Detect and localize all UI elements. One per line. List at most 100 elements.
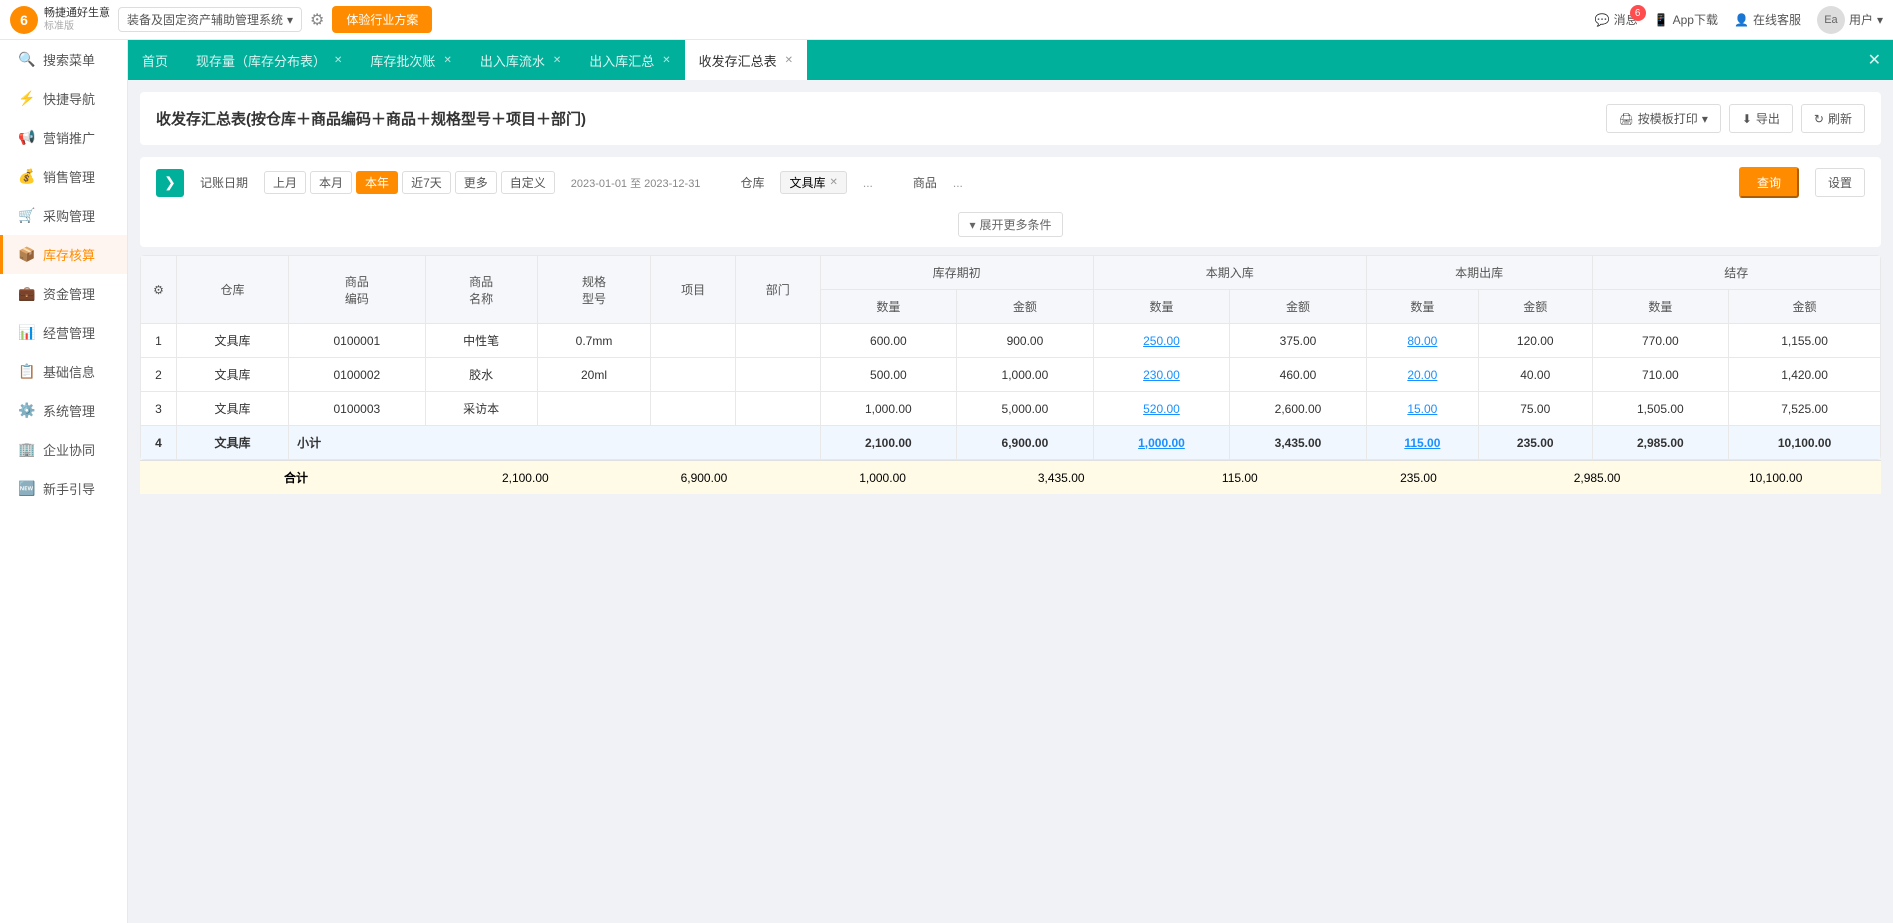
tab-summary[interactable]: 出入库汇总 ✕ xyxy=(575,40,684,80)
export-icon: ⬇ xyxy=(1742,112,1752,126)
sidebar-item-basic[interactable]: 📋 基础信息 xyxy=(0,352,127,391)
sidebar-item-purchase[interactable]: 🛒 采购管理 xyxy=(0,196,127,235)
refresh-icon: ↻ xyxy=(1814,112,1824,126)
avatar: Ea xyxy=(1817,6,1845,34)
basic-icon: 📋 xyxy=(19,364,35,380)
message-icon: 💬 xyxy=(1595,13,1610,27)
total-out-amt: 235.00 xyxy=(1329,471,1508,485)
sidebar-item-marketing[interactable]: 📢 营销推广 xyxy=(0,118,127,157)
top-bar-left: 6 畅捷通好生意 标准版 装备及固定资产辅助管理系统 ▾ ⚙ 体验行业方案 xyxy=(10,6,432,34)
message-badge: 6 xyxy=(1630,5,1646,21)
search-icon: 🔍 xyxy=(19,52,35,68)
logo-text: 畅捷通好生意 标准版 xyxy=(44,6,110,33)
sidebar-item-operation[interactable]: 📊 经营管理 xyxy=(0,313,127,352)
sidebar-item-quick[interactable]: ⚡ 快捷导航 xyxy=(0,79,127,118)
tab-close-icon[interactable]: ✕ xyxy=(662,55,670,66)
top-bar-right: 💬 消息 6 📱 App下载 👤 在线客服 Ea 用户 ▾ xyxy=(1595,6,1883,34)
online-service-item[interactable]: 👤 在线客服 xyxy=(1734,11,1801,28)
col-project-header: 项目 xyxy=(651,256,736,324)
date-this-month[interactable]: 本月 xyxy=(310,171,352,194)
sidebar: 🔍 搜索菜单 ⚡ 快捷导航 📢 营销推广 💰 销售管理 🛒 采购管理 xyxy=(0,40,128,923)
tab-batch[interactable]: 库存批次账 ✕ xyxy=(356,40,465,80)
logo-icon: 6 xyxy=(10,6,38,34)
date-this-year[interactable]: 本年 xyxy=(356,171,398,194)
col-warehouse-header: 仓库 xyxy=(177,256,289,324)
col-balance-header: 结存 xyxy=(1592,256,1880,290)
tab-flow[interactable]: 出入库流水 ✕ xyxy=(466,40,575,80)
date-custom[interactable]: 自定义 xyxy=(501,171,555,194)
sidebar-item-guide[interactable]: 🆕 新手引导 xyxy=(0,469,127,508)
inventory-icon: 📦 xyxy=(19,247,35,263)
table-row: 1 文具库 0100001 中性笔 0.7mm 600.00 900.00 25… xyxy=(141,324,1881,358)
col-in-header: 本期入库 xyxy=(1093,256,1366,290)
warehouse-tag-close[interactable]: ✕ xyxy=(829,177,837,188)
settings-button[interactable]: 设置 xyxy=(1815,168,1865,197)
table-subtotal-row: 4 文具库 小计 2,100.00 6,900.00 1,000.00 3,43… xyxy=(141,426,1881,460)
data-table-container: ⚙ 仓库 商品编码 商品名称 规格型号 项目 部门 库存期初 本期入库 本期出库 xyxy=(140,255,1881,460)
tab-close-icon[interactable]: ✕ xyxy=(443,55,451,66)
date-last-month[interactable]: 上月 xyxy=(264,171,306,194)
total-balance-amt: 10,100.00 xyxy=(1686,471,1865,485)
col-dept-header: 部门 xyxy=(735,256,820,324)
print-button[interactable]: 🖨 按模板打印 ▾ xyxy=(1606,104,1721,133)
export-button[interactable]: ⬇ 导出 xyxy=(1729,104,1793,133)
data-table: ⚙ 仓库 商品编码 商品名称 规格型号 项目 部门 库存期初 本期入库 本期出库 xyxy=(140,255,1881,460)
company-icon: 🏢 xyxy=(19,442,35,458)
date-7days[interactable]: 近7天 xyxy=(402,171,451,194)
col-name-header: 商品名称 xyxy=(425,256,537,324)
filter-main-row: ❯ 记账日期 上月 本月 本年 近7天 更多 自定义 2023-01-01 至 … xyxy=(156,167,1865,198)
service-icon: 👤 xyxy=(1734,13,1749,27)
col-opening-qty: 数量 xyxy=(820,290,957,324)
table-row: 2 文具库 0100002 胶水 20ml 500.00 1,000.00 23… xyxy=(141,358,1881,392)
chevron-down-icon: ▾ xyxy=(287,13,293,27)
sidebar-item-inventory[interactable]: 📦 库存核算 xyxy=(0,235,127,274)
system-icon: ⚙️ xyxy=(19,403,35,419)
total-balance-qty: 2,985.00 xyxy=(1508,471,1687,485)
total-values: 2,100.00 6,900.00 1,000.00 3,435.00 115.… xyxy=(436,471,1865,485)
sidebar-item-finance[interactable]: 💼 资金管理 xyxy=(0,274,127,313)
sales-icon: 💰 xyxy=(19,169,35,185)
tab-close-icon[interactable]: ✕ xyxy=(553,55,561,66)
purchase-icon: 🛒 xyxy=(19,208,35,224)
tab-home[interactable]: 首页 xyxy=(128,40,182,80)
sidebar-menu: 🔍 搜索菜单 ⚡ 快捷导航 📢 营销推广 💰 销售管理 🛒 采购管理 xyxy=(0,40,127,923)
col-in-qty: 数量 xyxy=(1093,290,1230,324)
tab-bar: 首页 现存量（库存分布表） ✕ 库存批次账 ✕ 出入库流水 ✕ 出入库汇总 ✕ xyxy=(128,40,1893,80)
sidebar-item-sales[interactable]: 💰 销售管理 xyxy=(0,157,127,196)
tab-close-icon[interactable]: ✕ xyxy=(334,55,342,66)
page-header: 收发存汇总表(按仓库＋商品编码＋商品＋规格型号＋项目＋部门) 🖨 按模板打印 ▾… xyxy=(140,92,1881,145)
system-selector[interactable]: 装备及固定资产辅助管理系统 ▾ xyxy=(118,7,302,32)
warehouse-more[interactable]: ... xyxy=(863,176,873,190)
chevron-down-icon: ▾ xyxy=(1877,13,1883,27)
page-title: 收发存汇总表(按仓库＋商品编码＋商品＋规格型号＋项目＋部门) xyxy=(156,108,586,129)
tab-close-icon[interactable]: ✕ xyxy=(785,55,793,66)
date-more[interactable]: 更多 xyxy=(455,171,497,194)
sidebar-item-system[interactable]: ⚙️ 系统管理 xyxy=(0,391,127,430)
filter-collapse-button[interactable]: ❯ xyxy=(156,169,184,197)
date-range-display: 2023-01-01 至 2023-12-31 xyxy=(571,175,701,191)
query-button[interactable]: 查询 xyxy=(1739,167,1799,198)
trial-button[interactable]: 体验行业方案 xyxy=(332,6,432,33)
flash-icon: ⚡ xyxy=(19,91,35,107)
finance-icon: 💼 xyxy=(19,286,35,302)
goods-more[interactable]: ... xyxy=(953,176,963,190)
user-item[interactable]: Ea 用户 ▾ xyxy=(1817,6,1883,34)
tab-receipt-summary[interactable]: 收发存汇总表 ✕ xyxy=(685,40,807,80)
col-out-amt: 金额 xyxy=(1478,290,1592,324)
date-label: 记账日期 xyxy=(200,174,248,191)
message-item[interactable]: 💬 消息 6 xyxy=(1595,11,1638,28)
col-balance-qty: 数量 xyxy=(1592,290,1729,324)
col-balance-amt: 金额 xyxy=(1729,290,1881,324)
tab-stock-distribution[interactable]: 现存量（库存分布表） ✕ xyxy=(182,40,356,80)
col-opening-header: 库存期初 xyxy=(820,256,1093,290)
tab-bar-close-button[interactable]: ✕ xyxy=(1856,50,1893,70)
sidebar-item-company[interactable]: 🏢 企业协同 xyxy=(0,430,127,469)
sidebar-item-search[interactable]: 🔍 搜索菜单 xyxy=(0,40,127,79)
refresh-button[interactable]: ↻ 刷新 xyxy=(1801,104,1865,133)
gear-icon[interactable]: ⚙ xyxy=(310,10,324,30)
expand-conditions-button[interactable]: ▾ 展开更多条件 xyxy=(958,212,1062,237)
total-in-amt: 3,435.00 xyxy=(972,471,1151,485)
app-download-item[interactable]: 📱 App下载 xyxy=(1654,11,1718,28)
warehouse-tag: 文具库 ✕ xyxy=(780,171,846,194)
table-gear-header[interactable]: ⚙ xyxy=(141,256,177,324)
